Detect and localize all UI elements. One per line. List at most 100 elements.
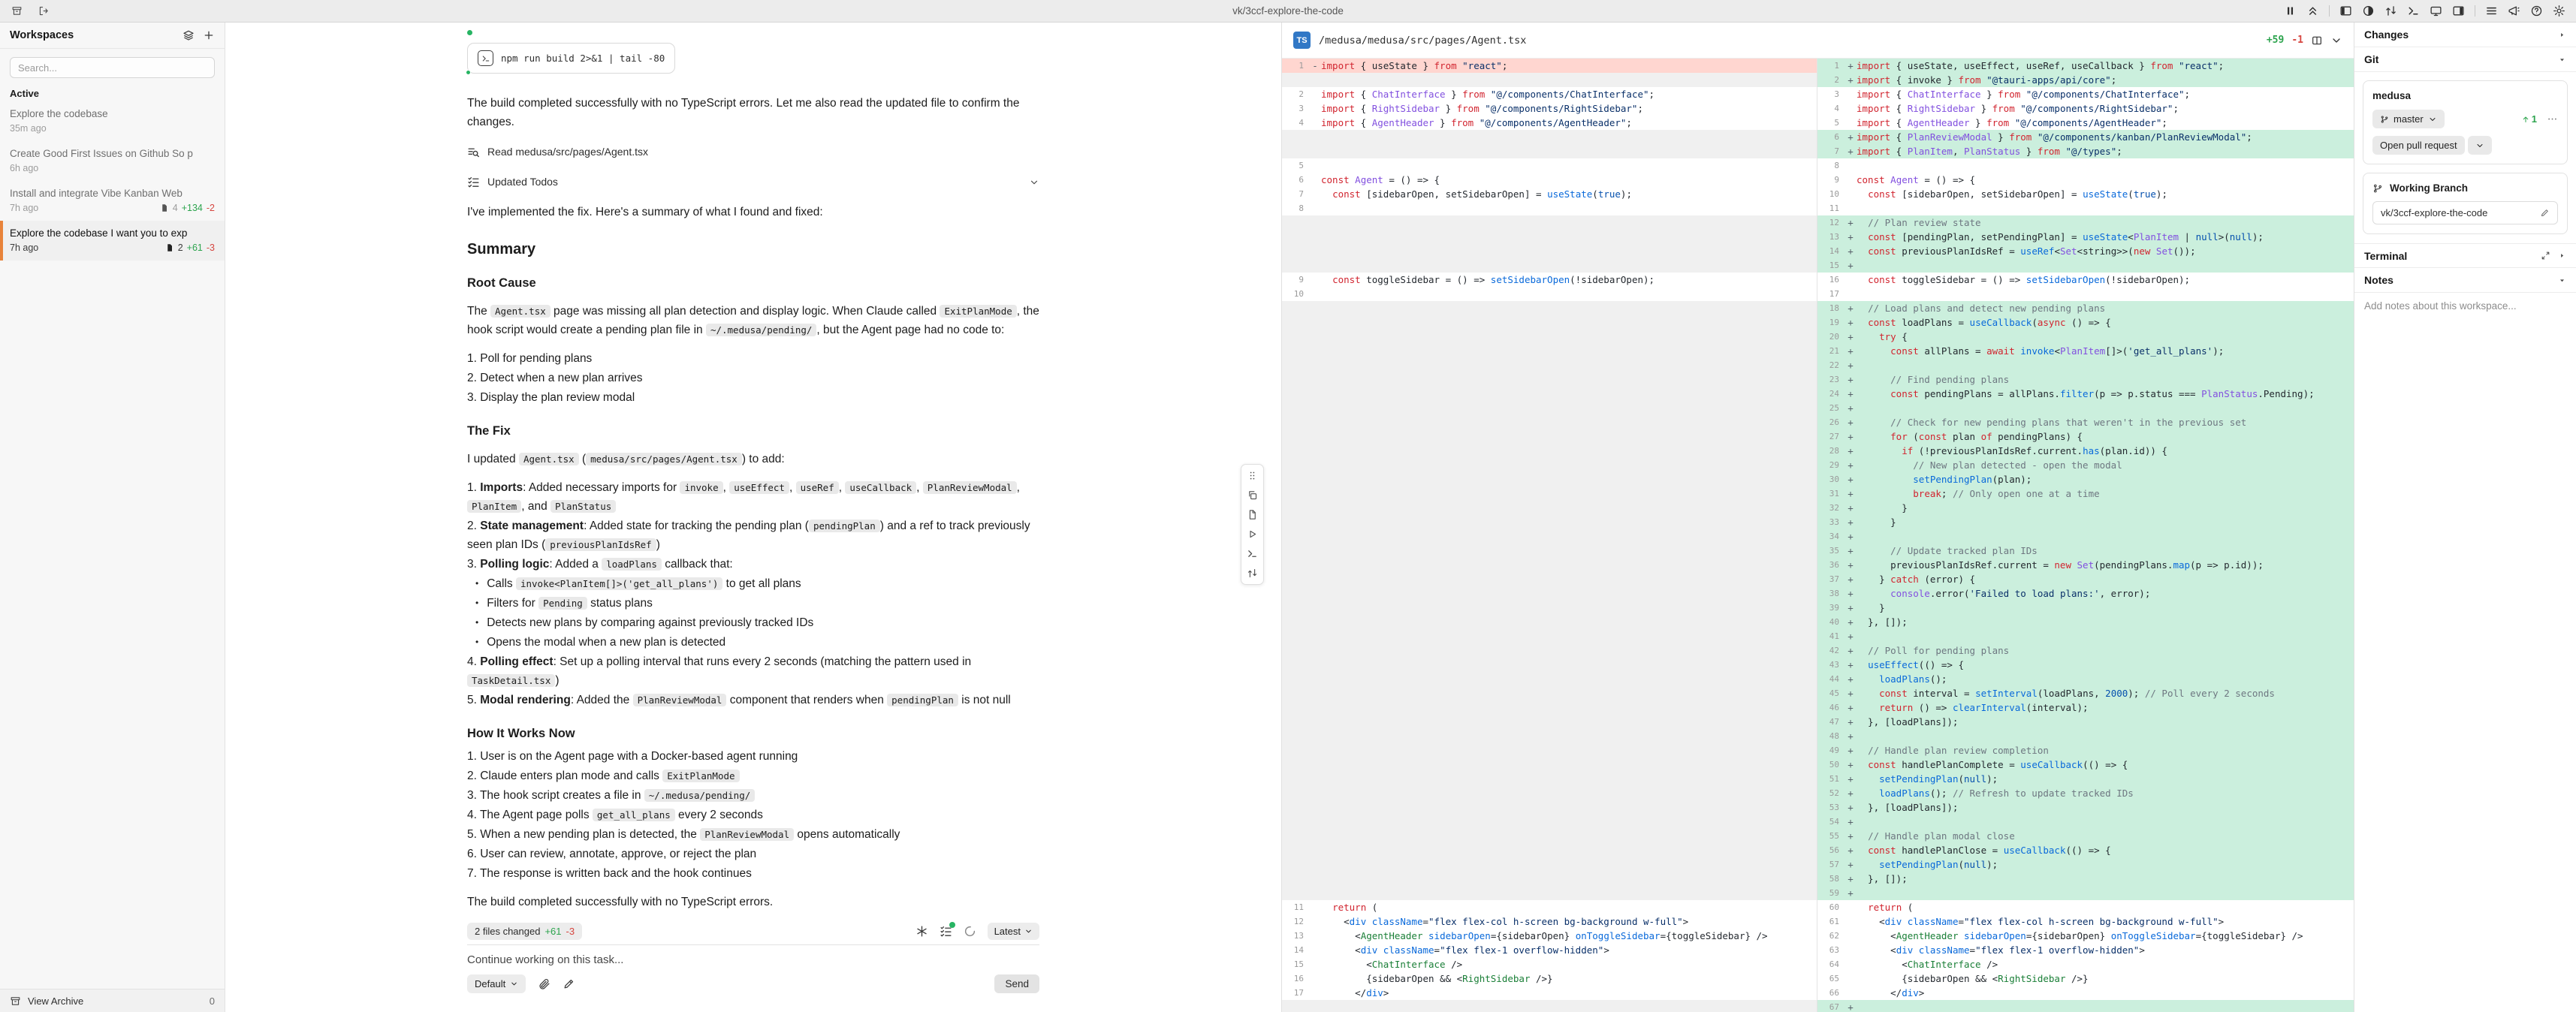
chat-scroll[interactable]: npm run build 2>&1 | tail -80The build c… [225, 23, 1281, 917]
layers-icon[interactable] [182, 29, 195, 41]
tool-call-term[interactable]: npm run build 2>&1 | tail -80 [467, 43, 675, 74]
tool-call-todos[interactable]: Updated Todos [467, 173, 1039, 191]
play-icon[interactable] [1245, 527, 1259, 541]
window-title: vk/3ccf-explore-the-code [1232, 5, 1344, 17]
files-changed-label: 2 files changed [475, 926, 540, 937]
chevron-down-icon[interactable] [2330, 35, 2342, 47]
new-diff-row: 49+ // Handle plan review completion [1817, 743, 2354, 757]
divider [2329, 5, 2330, 17]
old-diff-row [1282, 372, 1817, 387]
monitor-icon[interactable] [2430, 5, 2442, 17]
line-number: 10 [1817, 189, 1845, 199]
line-number: 4 [1817, 104, 1845, 113]
announcement-icon[interactable] [2508, 5, 2520, 17]
line-number: 11 [1817, 203, 1845, 213]
line-number: 61 [1817, 917, 1845, 926]
more-options-icon[interactable] [2547, 113, 2558, 125]
git-section-header[interactable]: Git [2354, 47, 2576, 72]
workspace-item[interactable]: Explore the codebase I want you to exp7h… [0, 221, 225, 261]
inline-code: pendingPlan [887, 694, 958, 706]
diff-new-column[interactable]: 1+import { useState, useEffect, useRef, … [1817, 59, 2354, 1012]
code-line: break; // Only open one at a time [1857, 488, 2354, 499]
terminal-icon[interactable] [1245, 547, 1259, 561]
todos-icon[interactable] [940, 925, 952, 938]
toggle-left-panel-icon[interactable] [2339, 5, 2352, 17]
code-line: import { AgentHeader } from "@/component… [1857, 117, 2354, 128]
send-button[interactable]: Send [994, 974, 1039, 993]
pull-request-dropdown[interactable] [2468, 136, 2492, 155]
notes-section-header[interactable]: Notes [2354, 268, 2576, 293]
model-dropdown[interactable]: Default [467, 974, 526, 993]
old-diff-row [1282, 258, 1817, 273]
branch-selector[interactable]: master [2372, 110, 2445, 128]
diff-marker: + [1845, 616, 1857, 628]
line-number: 2 [1817, 75, 1845, 85]
diff-old-column[interactable]: 1-import { useState } from "react";2impo… [1282, 59, 1817, 1012]
code-line: import { ChatInterface } from "@/compone… [1321, 89, 1817, 100]
settings-gear-icon[interactable] [2553, 5, 2565, 17]
code-line: import { RightSidebar } from "@/componen… [1321, 103, 1817, 114]
git-compare-icon[interactable] [1245, 566, 1259, 580]
help-icon[interactable] [2530, 5, 2543, 17]
terminal-section-header[interactable]: Terminal [2354, 243, 2576, 268]
collapse-all-icon[interactable] [2306, 5, 2319, 17]
diff-marker: + [1845, 659, 1857, 670]
open-pull-request-button[interactable]: Open pull request [2372, 136, 2465, 155]
line-number: 28 [1817, 446, 1845, 456]
old-diff-row: 12 <div className="flex flex-col h-scree… [1282, 914, 1817, 929]
pause-icon[interactable] [2284, 5, 2297, 17]
changes-label: Changes [2364, 29, 2409, 41]
archive-count: 0 [210, 995, 215, 1007]
copy-icon[interactable] [1245, 488, 1259, 502]
line-number: 5 [1282, 161, 1309, 170]
drag-handle-icon[interactable] [1245, 468, 1259, 483]
theme-toggle-icon[interactable] [2362, 5, 2375, 17]
workspace-item[interactable]: Create Good First Issues on Github So p6… [0, 141, 225, 181]
code-line: // Handle plan review completion [1857, 745, 2354, 756]
new-diff-row: 17 [1817, 287, 2354, 301]
view-archive-label: View Archive [28, 995, 83, 1007]
working-branch-input[interactable]: vk/3ccf-explore-the-code [2372, 201, 2558, 224]
composer: 2 files changed +61 -3 Latest [225, 917, 1281, 1012]
diff-file-header[interactable]: TS /medusa/medusa/src/pages/Agent.tsx +5… [1282, 23, 2354, 59]
code-line: setPendingPlan(plan); [1857, 474, 2354, 485]
caret-down-icon [2558, 56, 2566, 64]
code-line: const loadPlans = useCallback(async () =… [1857, 317, 2354, 328]
inline-code: medusa/src/pages/Agent.tsx [586, 453, 742, 465]
toggle-right-panel-icon[interactable] [2452, 5, 2465, 17]
pen-icon[interactable] [563, 977, 575, 990]
menu-icon[interactable] [2485, 5, 2498, 17]
line-number: 10 [1282, 289, 1309, 299]
attach-icon[interactable] [538, 977, 550, 990]
edit-branch-icon[interactable] [2540, 208, 2550, 218]
old-diff-row [1282, 886, 1817, 900]
old-diff-row [1282, 857, 1817, 872]
spark-icon[interactable] [915, 925, 928, 938]
inline-code: ~/.medusa/pending/ [644, 789, 755, 802]
sign-out-icon[interactable] [36, 4, 50, 18]
diff-marker: + [1845, 730, 1857, 742]
version-dropdown[interactable]: Latest [988, 923, 1039, 940]
git-compare-icon[interactable] [2384, 5, 2397, 17]
search-input[interactable] [10, 57, 215, 78]
list-item: 4. The Agent page polls get_all_plans ev… [467, 806, 1039, 824]
notes-placeholder[interactable]: Add notes about this workspace... [2354, 293, 2576, 319]
code-line: }, [loadPlans]); [1857, 802, 2354, 813]
workspace-item[interactable]: Install and integrate Vibe Kanban Web7h … [0, 181, 225, 221]
files-changed-badge[interactable]: 2 files changed +61 -3 [467, 923, 582, 940]
line-number: 58 [1817, 874, 1845, 884]
line-number: 3 [1817, 89, 1845, 99]
tool-call-read[interactable]: Read medusa/src/pages/Agent.tsx [467, 143, 1039, 161]
chevron-down-icon[interactable] [1029, 177, 1039, 188]
workspace-item[interactable]: Explore the codebase35m ago [0, 101, 225, 141]
file-icon[interactable] [1245, 508, 1259, 522]
tool-chip-wrap: npm run build 2>&1 | tail -80 [467, 43, 1039, 84]
split-view-icon[interactable] [2311, 35, 2323, 47]
message-input[interactable] [467, 953, 1039, 966]
terminal-icon[interactable] [2407, 5, 2420, 17]
add-workspace-button[interactable] [203, 29, 215, 41]
view-archive-button[interactable]: View Archive 0 [0, 989, 225, 1012]
changes-section-header[interactable]: Changes [2354, 23, 2576, 47]
code-line: <div className="flex flex-1 overflow-hid… [1857, 944, 2354, 956]
archive-icon[interactable] [10, 4, 24, 18]
